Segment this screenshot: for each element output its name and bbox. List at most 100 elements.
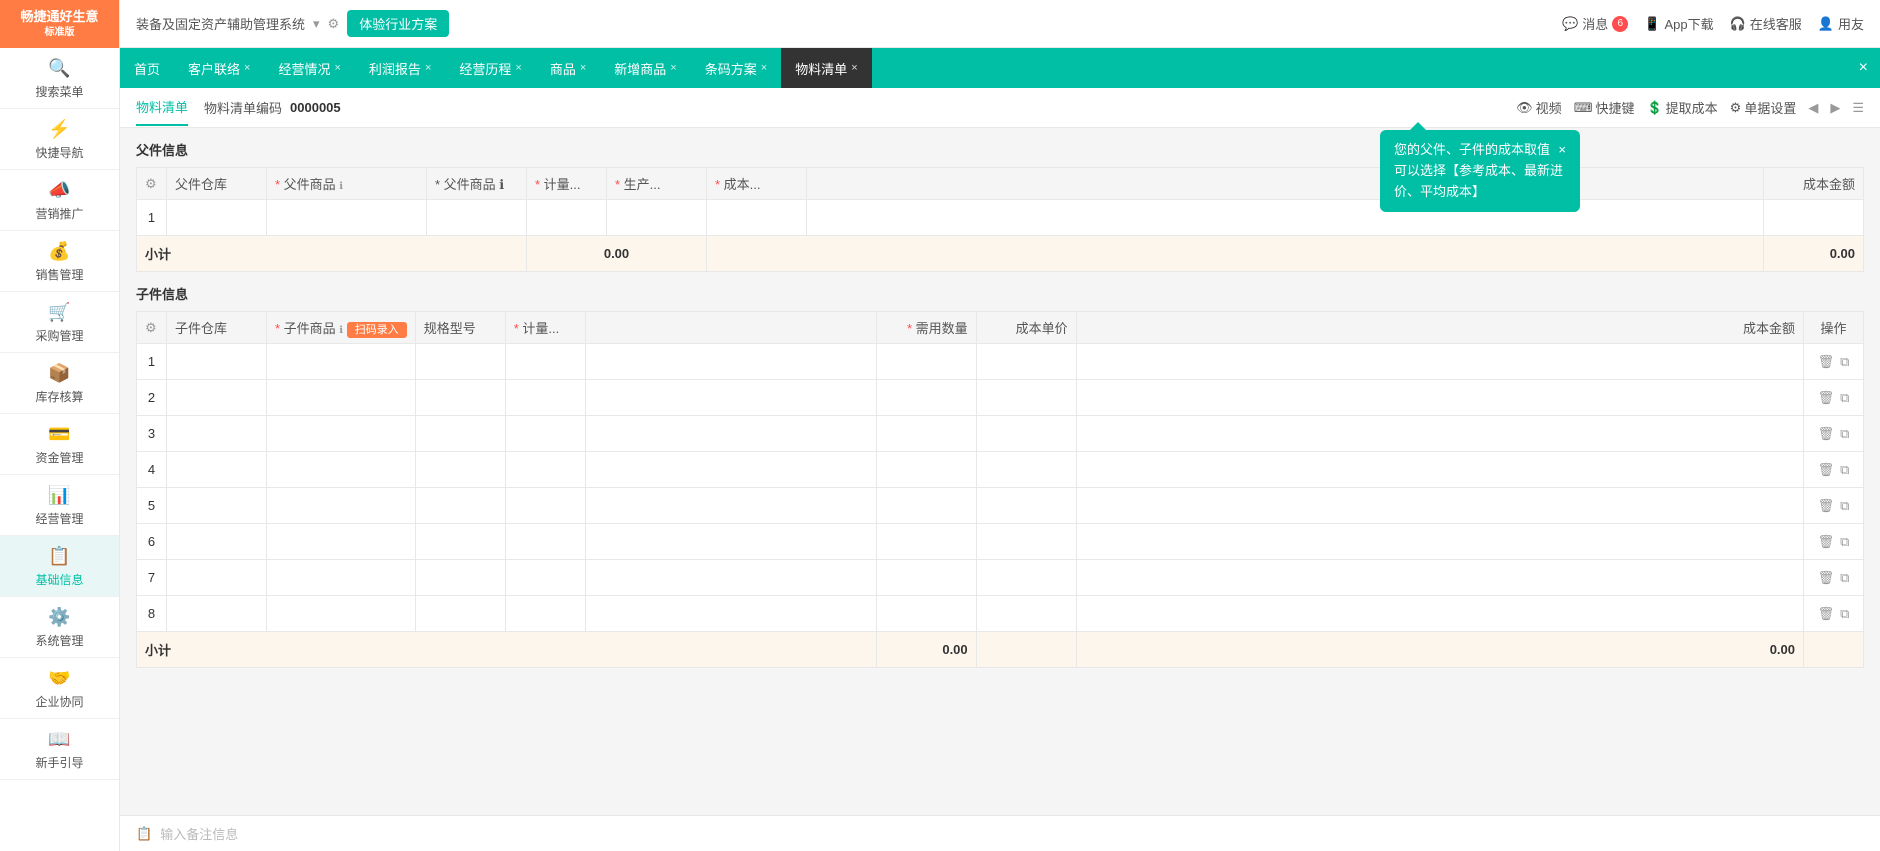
child-cell-unit-cost-7[interactable]	[976, 560, 1076, 596]
child-cell-product-6[interactable]	[267, 524, 416, 560]
nav-tab-close[interactable]: ×	[244, 62, 250, 74]
child-cell-product-8[interactable]	[267, 596, 416, 632]
nav-tab-close[interactable]: ×	[334, 62, 340, 74]
note-placeholder[interactable]: 输入备注信息	[160, 824, 238, 843]
child-cell-spec-7[interactable]	[415, 560, 505, 596]
child-cell-product-7[interactable]	[267, 560, 416, 596]
delete-icon-8[interactable]: 🗑	[1818, 606, 1835, 622]
trial-button[interactable]: 体验行业方案	[347, 10, 449, 37]
nav-tab-经营情况[interactable]: 经营情况×	[264, 48, 354, 88]
sidebar-item-search[interactable]: 🔍搜索菜单	[0, 48, 119, 109]
user-btn[interactable]: 👤 用友	[1818, 14, 1864, 33]
child-cell-unit-cost-1[interactable]	[976, 344, 1076, 380]
parent-cell-warehouse-1[interactable]	[167, 200, 267, 236]
view-btn[interactable]: 👁 视频	[1516, 98, 1562, 117]
nav-tab-close[interactable]: ×	[425, 62, 431, 74]
child-cell-spec-2[interactable]	[415, 380, 505, 416]
child-cell-warehouse-7[interactable]	[167, 560, 267, 596]
child-cell-unit-cost-2[interactable]	[976, 380, 1076, 416]
nav-tab-经营历程[interactable]: 经营历程×	[445, 48, 535, 88]
settings-icon[interactable]: ⚙	[328, 16, 340, 32]
child-cell-spec-1[interactable]	[415, 344, 505, 380]
nav-tab-利润报告[interactable]: 利润报告×	[355, 48, 445, 88]
parent-cell-production-1[interactable]	[607, 200, 707, 236]
menu-btn[interactable]: ☰	[1852, 100, 1864, 116]
delete-icon-5[interactable]: 🗑	[1818, 498, 1835, 514]
parent-cell-unit-1[interactable]	[527, 200, 607, 236]
child-cell-warehouse-5[interactable]	[167, 488, 267, 524]
sidebar-item-system[interactable]: ⚙️系统管理	[0, 597, 119, 658]
child-cell-unit-6[interactable]	[505, 524, 585, 560]
child-cell-qty-8[interactable]	[876, 596, 976, 632]
sidebar-item-operations[interactable]: 📊经营管理	[0, 475, 119, 536]
nav-tab-客户联络[interactable]: 客户联络×	[174, 48, 264, 88]
nav-tab-条码方案[interactable]: 条码方案×	[691, 48, 781, 88]
parent-col-gear[interactable]: ⚙	[137, 168, 167, 200]
child-cell-unit-4[interactable]	[505, 452, 585, 488]
delete-icon-6[interactable]: 🗑	[1818, 534, 1835, 550]
child-cell-unit-3[interactable]	[505, 416, 585, 452]
child-cell-unit-cost-5[interactable]	[976, 488, 1076, 524]
child-cell-unit-2[interactable]	[505, 380, 585, 416]
nav-tab-物料清单[interactable]: 物料清单×	[781, 48, 871, 88]
sidebar-item-purchase[interactable]: 🛒采购管理	[0, 292, 119, 353]
nav-tab-close[interactable]: ×	[851, 62, 857, 74]
child-cell-warehouse-2[interactable]	[167, 380, 267, 416]
parent-cell-product-1[interactable]	[267, 200, 427, 236]
child-cell-warehouse-8[interactable]	[167, 596, 267, 632]
nav-left-btn[interactable]: ◀	[1808, 100, 1818, 116]
nav-tab-新增商品[interactable]: 新增商品×	[600, 48, 690, 88]
copy-icon-6[interactable]: ⧉	[1840, 534, 1849, 550]
nav-tab-close[interactable]: ×	[670, 62, 676, 74]
child-cell-unit-8[interactable]	[505, 596, 585, 632]
nav-tab-首页[interactable]: 首页	[120, 48, 174, 88]
nav-tab-close[interactable]: ×	[515, 62, 521, 74]
copy-icon-2[interactable]: ⧉	[1840, 390, 1849, 406]
child-cell-qty-5[interactable]	[876, 488, 976, 524]
sidebar-item-basic-info[interactable]: 📋基础信息	[0, 536, 119, 597]
child-cell-warehouse-4[interactable]	[167, 452, 267, 488]
parent-cell-cost-1[interactable]	[707, 200, 807, 236]
copy-icon-1[interactable]: ⧉	[1840, 354, 1849, 370]
child-cell-unit-cost-3[interactable]	[976, 416, 1076, 452]
child-cell-product-1[interactable]	[267, 344, 416, 380]
child-cell-warehouse-1[interactable]	[167, 344, 267, 380]
extract-cost-btn[interactable]: 💲 提取成本	[1646, 98, 1717, 117]
child-cell-spec-8[interactable]	[415, 596, 505, 632]
nav-tab-close[interactable]: ×	[761, 62, 767, 74]
child-cell-unit-cost-8[interactable]	[976, 596, 1076, 632]
close-all-btn[interactable]: ×	[1847, 59, 1880, 77]
nav-right-btn[interactable]: ▶	[1830, 100, 1840, 116]
sub-tab-bill-list[interactable]: 物料清单	[136, 89, 188, 126]
child-cell-spec-3[interactable]	[415, 416, 505, 452]
sidebar-item-sales[interactable]: 💰销售管理	[0, 231, 119, 292]
online-service-btn[interactable]: 🎧 在线客服	[1730, 14, 1802, 33]
child-cell-unit-7[interactable]	[505, 560, 585, 596]
copy-icon-5[interactable]: ⧉	[1840, 498, 1849, 514]
child-cell-warehouse-6[interactable]	[167, 524, 267, 560]
sidebar-item-marketing[interactable]: 📣营销推广	[0, 170, 119, 231]
app-download-btn[interactable]: 📱 App下载	[1644, 14, 1713, 33]
child-cell-spec-6[interactable]	[415, 524, 505, 560]
child-cell-unit-5[interactable]	[505, 488, 585, 524]
child-cell-product-3[interactable]	[267, 416, 416, 452]
child-cell-unit-1[interactable]	[505, 344, 585, 380]
child-cell-qty-6[interactable]	[876, 524, 976, 560]
child-cell-qty-1[interactable]	[876, 344, 976, 380]
message-btn[interactable]: 💬 消息 6	[1562, 14, 1628, 33]
sidebar-item-guide[interactable]: 📖新手引导	[0, 719, 119, 780]
child-cell-unit-cost-4[interactable]	[976, 452, 1076, 488]
child-cell-qty-3[interactable]	[876, 416, 976, 452]
delete-icon-4[interactable]: 🗑	[1818, 462, 1835, 478]
delete-icon-1[interactable]: 🗑	[1818, 354, 1835, 370]
tooltip-close-btn[interactable]: ×	[1558, 140, 1566, 161]
copy-icon-7[interactable]: ⧉	[1840, 570, 1849, 586]
child-cell-product-5[interactable]	[267, 488, 416, 524]
delete-icon-3[interactable]: 🗑	[1818, 426, 1835, 442]
parent-cell-spec-1[interactable]	[427, 200, 527, 236]
dropdown-icon[interactable]: ▾	[313, 16, 320, 32]
child-cell-warehouse-3[interactable]	[167, 416, 267, 452]
nav-tab-商品[interactable]: 商品×	[536, 48, 600, 88]
copy-icon-8[interactable]: ⧉	[1840, 606, 1849, 622]
copy-icon-3[interactable]: ⧉	[1840, 426, 1849, 442]
